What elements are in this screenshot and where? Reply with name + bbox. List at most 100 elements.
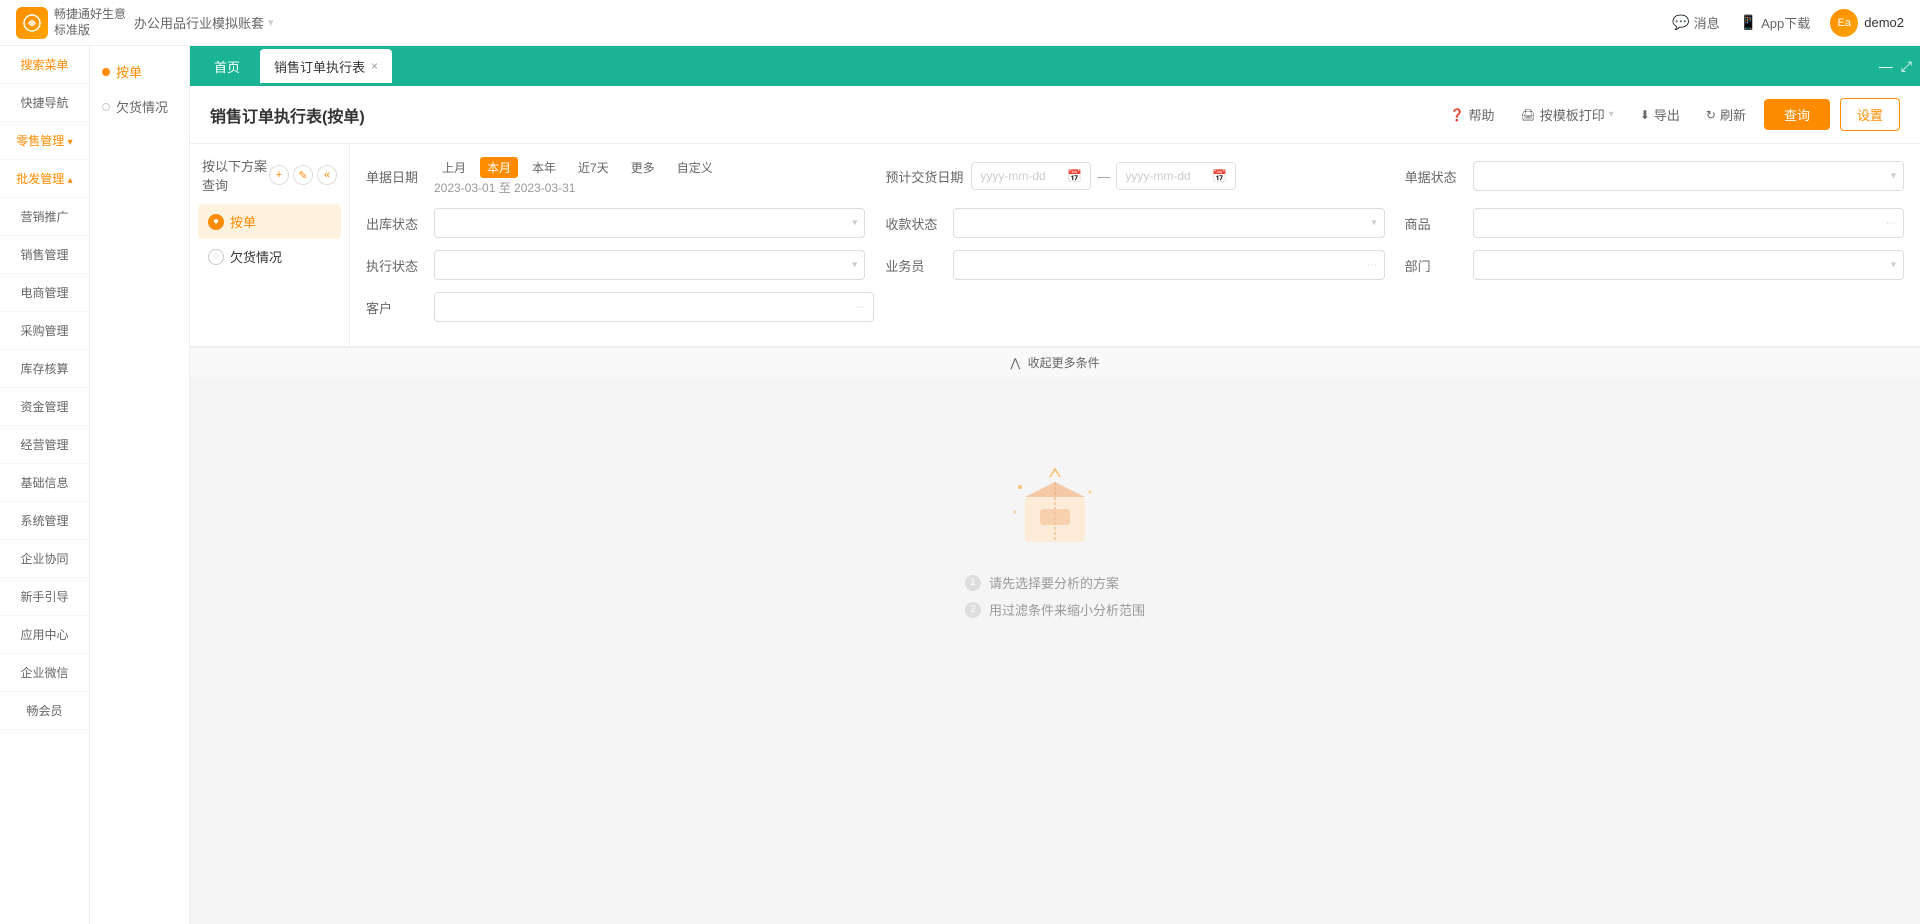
sidebar-item-purchase[interactable]: 采购管理 [0,312,89,350]
calendar-end-icon: 📅 [1212,169,1227,183]
message-button[interactable]: 💬 消息 [1672,13,1719,32]
tab-sales-execution[interactable]: 销售订单执行表 × [260,49,392,83]
out-status-display[interactable] [434,208,865,238]
query-button[interactable]: 查询 [1764,99,1830,130]
expected-date-start-input[interactable]: yyyy-mm-dd 📅 [971,162,1091,190]
tab-home[interactable]: 首页 [198,46,256,86]
header-right: 💬 消息 📱 App下载 Ea demo2 [1672,9,1904,37]
help-button[interactable]: ❓ 帮助 [1442,101,1503,128]
date-separator: — [1097,169,1110,184]
scheme-panel: 按以下方案查询 + ✎ « ● 按单 ○ 欠货情况 [190,144,350,346]
doc-status-chevron: ▾ [1891,171,1896,182]
top-header: 畅捷通好生意 标准版 办公用品行业模拟账套 ▾ 💬 消息 📱 App下载 Ea … [0,0,1920,46]
print-icon: 🖨 [1521,108,1536,122]
scheme-item-press[interactable]: ● 按单 [198,204,341,239]
filter-row-2: 出库状态 ▾ 收款状态 ▾ [366,208,1904,238]
date-tab-more[interactable]: 更多 [623,156,663,179]
customer-display[interactable] [434,292,874,322]
exec-status-select[interactable]: ▾ [434,250,865,280]
user-menu[interactable]: Ea demo2 [1830,9,1904,37]
print-button[interactable]: 🖨 按模板打印 ▾ [1513,101,1622,128]
settings-button[interactable]: 设置 [1840,98,1900,131]
date-tab-this-year[interactable]: 本年 [524,156,564,179]
scheme-header: 按以下方案查询 + ✎ « [198,156,341,194]
sidebar-item-apps[interactable]: 应用中心 [0,616,89,654]
print-arrow-icon: ▾ [1609,109,1614,120]
sidebar-item-system[interactable]: 系统管理 [0,502,89,540]
calendar-start-icon: 📅 [1067,169,1082,183]
empty-hint-2: 2 用过滤条件来缩小分析范围 [965,600,1145,619]
date-tab-last-month[interactable]: 上月 [434,156,474,179]
tab-bar: 首页 销售订单执行表 × — ⤢ [190,46,1920,86]
date-tab-7days[interactable]: 近7天 [570,156,617,179]
refresh-button[interactable]: ↻ 刷新 [1698,101,1754,128]
sub-sidebar: 按单 欠货情况 [90,46,190,924]
date-tabs: 上月 本月 本年 近7天 更多 自定义 [434,156,865,179]
receipt-status-display[interactable] [953,208,1384,238]
filter-receipt-status: 收款状态 ▾ [885,208,1384,238]
scheme-collapse-button[interactable]: « [317,165,337,185]
exec-status-display[interactable] [434,250,865,280]
customer-select[interactable]: ··· [434,292,874,322]
empty-num-1: 1 [965,575,981,591]
receipt-status-select[interactable]: ▾ [953,208,1384,238]
filter-main: 单据日期 上月 本月 本年 近7天 更多 自定义 20 [350,144,1920,346]
tab-close-button[interactable]: × [371,59,378,73]
dept-display[interactable] [1473,250,1904,280]
sidebar-item-finance[interactable]: 资金管理 [0,388,89,426]
sidebar-quick-nav[interactable]: 快捷导航 [0,84,89,122]
collapse-bar[interactable]: ⋀ 收起更多条件 [190,347,1920,377]
sidebar-item-member[interactable]: 畅会员 [0,692,89,730]
avatar: Ea [1830,9,1858,37]
scheme-item-credit[interactable]: ○ 欠货情况 [198,239,341,274]
filter-salesperson: 业务员 ··· [885,250,1384,280]
filter-out-status: 出库状态 ▾ [366,208,865,238]
sidebar-search[interactable]: 搜索菜单 [0,46,89,84]
sidebar-item-marketing[interactable]: 营销推广 [0,198,89,236]
salesperson-display[interactable] [953,250,1384,280]
sidebar-item-ecommerce[interactable]: 电商管理 [0,274,89,312]
sidebar-item-sales[interactable]: 销售管理 [0,236,89,274]
page-title: 销售订单执行表(按单) [210,103,365,127]
exec-status-chevron: ▾ [852,260,857,271]
export-button[interactable]: ⬇ 导出 [1632,101,1688,128]
doc-status-display[interactable] [1473,161,1904,191]
help-icon: ❓ [1450,108,1465,122]
sub-item-press[interactable]: 按单 [90,54,189,89]
date-filter-group: 上月 本月 本年 近7天 更多 自定义 2023-03-01 至 2023-03… [434,156,865,196]
doc-status-select[interactable]: ▾ [1473,161,1904,191]
goods-select[interactable]: ··· [1473,208,1904,238]
collapse-icon: ⋀ [1010,356,1020,370]
empty-num-2: 2 [965,602,981,618]
breadcrumb[interactable]: 办公用品行业模拟账套 ▾ [134,13,274,32]
filter-row-1: 单据日期 上月 本月 本年 近7天 更多 自定义 20 [366,156,1904,196]
sub-item-dot [102,68,110,76]
sidebar-item-company[interactable]: 企业协同 [0,540,89,578]
sub-item-credit[interactable]: 欠货情况 [90,89,189,124]
page-actions: ❓ 帮助 🖨 按模板打印 ▾ ⬇ 导出 ↻ 刷新 [1442,98,1900,131]
sidebar-item-retail[interactable]: 零售管理 ▾ [0,122,89,160]
expected-date-end-input[interactable]: yyyy-mm-dd 📅 [1116,162,1236,190]
sidebar-item-wholesale[interactable]: 批发管理 ▴ [0,160,89,198]
sidebar-item-newbie[interactable]: 新手引导 [0,578,89,616]
sidebar-item-operations[interactable]: 经营管理 [0,426,89,464]
scheme-add-button[interactable]: + [269,165,289,185]
sidebar-item-inventory[interactable]: 库存核算 [0,350,89,388]
filter-date: 单据日期 上月 本月 本年 近7天 更多 自定义 20 [366,156,865,196]
main-content: 按以下方案查询 + ✎ « ● 按单 ○ 欠货情况 [190,144,1920,347]
salesperson-select[interactable]: ··· [953,250,1384,280]
sidebar-item-wechat[interactable]: 企业微信 [0,654,89,692]
dept-select[interactable]: ▾ [1473,250,1904,280]
goods-display[interactable] [1473,208,1904,238]
date-tab-custom[interactable]: 自定义 [669,156,721,179]
tab-maximize-button[interactable]: ⤢ [1901,58,1912,75]
app-download-button[interactable]: 📱 App下载 [1740,13,1811,32]
tab-minimize-button[interactable]: — [1879,58,1893,75]
scheme-edit-button[interactable]: ✎ [293,165,313,185]
tab-actions: — ⤢ [1879,58,1912,75]
out-status-select[interactable]: ▾ [434,208,865,238]
empty-illustration [1005,457,1105,557]
filter-doc-status: 单据状态 ▾ [1405,161,1904,191]
sidebar-item-basic[interactable]: 基础信息 [0,464,89,502]
date-tab-this-month[interactable]: 本月 [480,157,518,178]
